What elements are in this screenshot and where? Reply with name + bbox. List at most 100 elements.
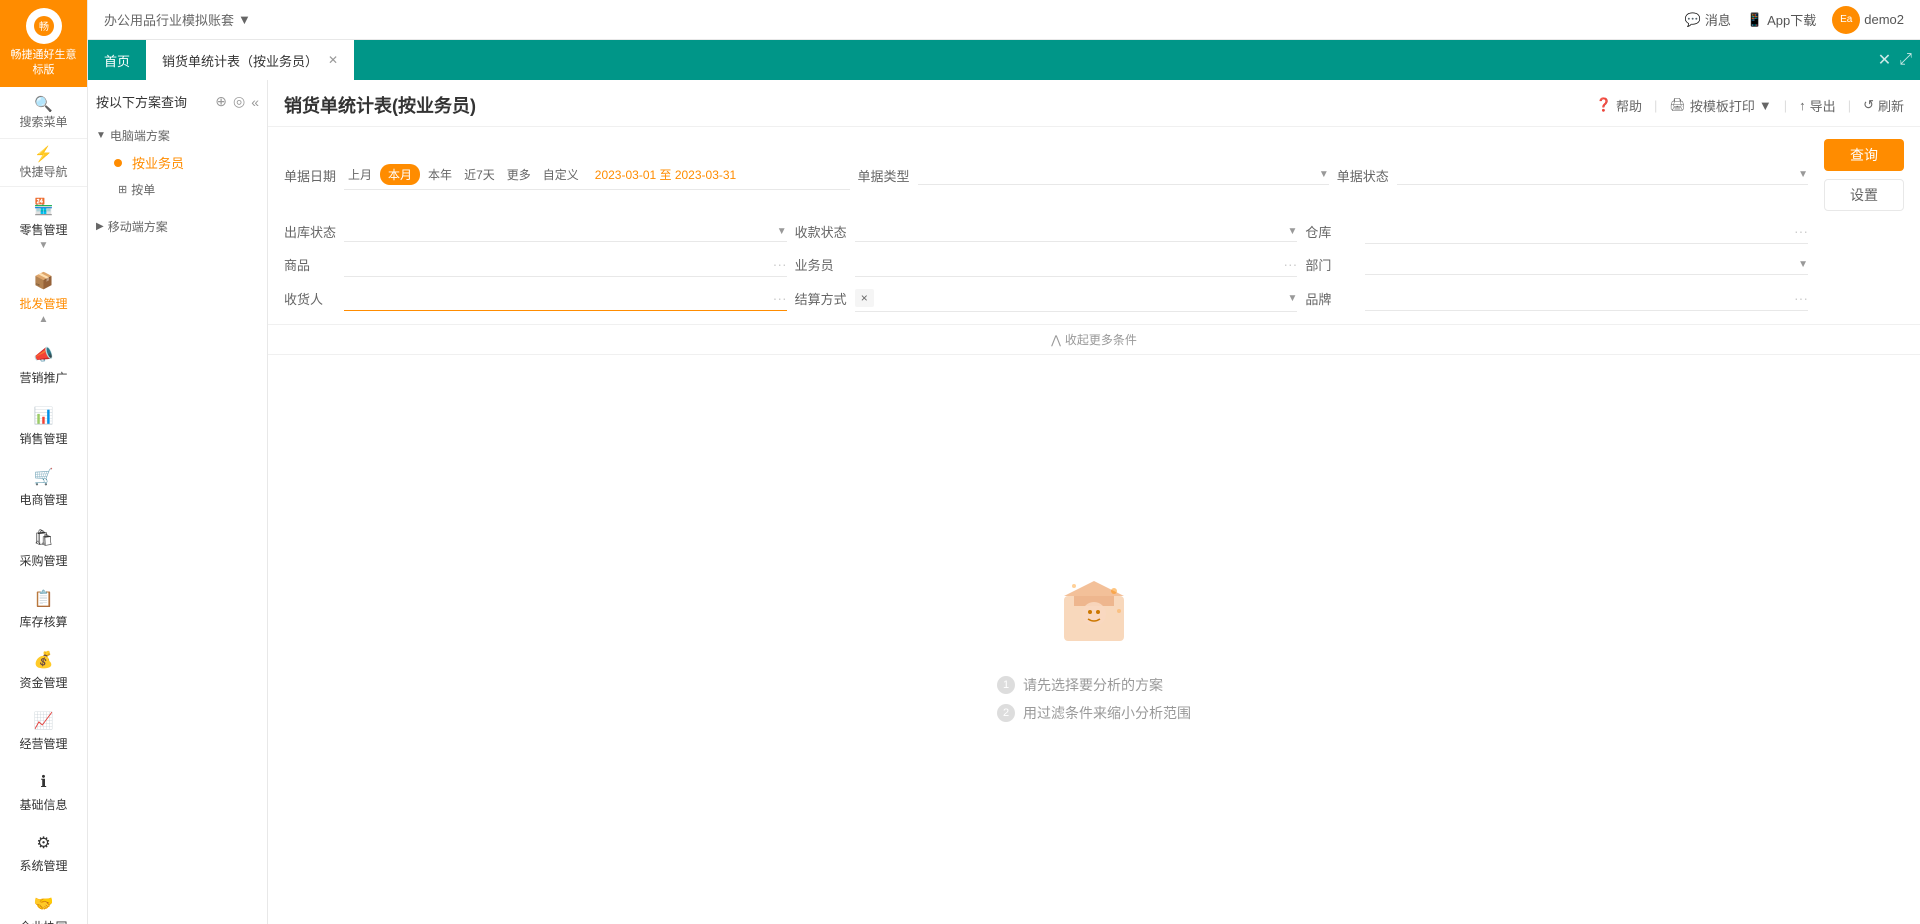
goods-dots-icon[interactable]: ··· [773,256,787,272]
pay-status-dropdown[interactable]: ▼ [855,222,1298,242]
filter-sidebar-actions: ⊕ ◎ « [215,93,259,110]
date-field: 单据日期 上月 本月 本年 近7天 更多 自定义 2023-03-01 至 20… [284,160,858,190]
edit-scheme-icon[interactable]: ◎ [233,93,245,110]
sidebar-item-operation[interactable]: 📈 经营管理 [0,701,87,762]
app-download-btn[interactable]: 📱 App下载 [1747,10,1816,29]
account-dropdown[interactable]: 办公用品行业模拟账套 ▼ [104,10,251,29]
mobile-scheme-title[interactable]: ▶ 移动端方案 [96,214,259,239]
collapse-bar[interactable]: ⋀ 收起更多条件 [268,325,1920,355]
export-btn[interactable]: ↑ 导出 [1799,96,1836,115]
inventory-label: 库存核算 [19,613,67,630]
warehouse-dots-icon[interactable]: ··· [1794,223,1808,239]
brand-dots-icon[interactable]: ··· [1794,290,1808,306]
warehouse-input[interactable] [1365,224,1790,239]
pc-scheme-label: 电脑端方案 [110,127,170,144]
operation-icon: 📈 [34,711,54,731]
collapse-label: 收起更多条件 [1065,331,1137,348]
dept-dropdown[interactable]: ▼ [1365,255,1808,275]
dropdown-arrow-icon: ▼ [238,12,251,27]
print-btn[interactable]: 🖨 按模板打印 ▼ [1669,96,1771,115]
empty-tip-1: 1 请先选择要分析的方案 [997,675,1191,695]
pay-status-field: 收款状态 ▼ [795,222,1306,242]
message-label: 消息 [1705,10,1731,29]
date-tab-this-month[interactable]: 本月 [380,164,420,185]
date-tab-last-month[interactable]: 上月 [344,164,376,185]
set-btn[interactable]: 设置 [1824,179,1904,211]
tab-home[interactable]: 首页 [88,40,146,80]
out-status-label: 出库状态 [284,222,336,241]
collapse-sidebar-icon[interactable]: « [251,94,259,110]
salesman-field: 业务员 ··· [795,252,1306,277]
tab-close-window-icon[interactable]: ✕ [1878,50,1891,70]
scheme-by-salesman[interactable]: 按业务员 [104,148,259,177]
dept-field: 部门 ▼ [1305,255,1816,275]
date-tab-more[interactable]: 更多 [503,164,535,185]
tab-maximize-icon[interactable]: ⤢ [1899,51,1912,69]
settle-dropdown[interactable]: × ▼ [855,285,1298,312]
salesman-input[interactable] [855,257,1280,272]
receiver-input[interactable] [344,291,769,306]
sidebar-item-sales[interactable]: 📊 销售管理 [0,396,87,457]
goods-input[interactable] [344,257,769,272]
refresh-btn[interactable]: ↺ 刷新 [1863,96,1904,115]
empty-state: 1 请先选择要分析的方案 2 用过滤条件来缩小分析范围 [268,355,1920,924]
wholesale-icon: 📦 [34,271,54,291]
salesman-dots-icon[interactable]: ··· [1283,256,1297,272]
tab-sales-report[interactable]: 销货单统计表（按业务员） ✕ [146,40,354,80]
settle-tag-close[interactable]: × [861,291,868,305]
salesman-wrap: ··· [855,252,1298,277]
brand-wrap: ··· [1365,286,1808,311]
help-btn[interactable]: ❓ 帮助 [1596,96,1642,115]
sidebar-item-ecommerce[interactable]: 🛒 电商管理 [0,457,87,518]
pay-status-arrow-icon: ▼ [1287,226,1297,237]
sidebar-item-system[interactable]: ⚙ 系统管理 [0,823,87,884]
finance-icon: 💰 [34,650,54,670]
sub-icon: ⊞ [118,183,127,196]
filter-area: 单据日期 上月 本月 本年 近7天 更多 自定义 2023-03-01 至 20… [268,127,1920,325]
add-scheme-icon[interactable]: ⊕ [215,93,227,110]
page-title: 销货单统计表(按业务员) [284,92,476,118]
date-tab-7days[interactable]: 近7天 [460,164,499,185]
pc-scheme-title[interactable]: ▼ 电脑端方案 [96,123,259,148]
brand-input[interactable] [1365,291,1790,306]
date-tab-custom[interactable]: 自定义 [539,164,583,185]
sidebar-item-retail[interactable]: 🏪 零售管理 ▼ [0,187,87,261]
user-btn[interactable]: Ea demo2 [1832,6,1904,34]
tab-sales-report-label: 销货单统计表（按业务员） [162,51,318,70]
logo[interactable]: 畅 畅捷通好生意标版 [0,0,87,87]
tab-close-icon[interactable]: ✕ [328,53,338,67]
sidebar-search[interactable]: 🔍 搜索菜单 [0,87,87,139]
sidebar-item-purchase[interactable]: 🛍 采购管理 [0,518,87,579]
filter-row-1: 单据日期 上月 本月 本年 近7天 更多 自定义 2023-03-01 至 20… [284,139,1904,211]
doc-status-field: 单据状态 ▼ [1337,165,1816,185]
page-area: 按以下方案查询 ⊕ ◎ « ▼ 电脑端方案 [88,80,1920,924]
message-btn[interactable]: 💬 消息 [1685,10,1731,29]
empty-tip-2-text: 用过滤条件来缩小分析范围 [1023,703,1191,723]
sidebar-item-basic[interactable]: ℹ 基础信息 [0,762,87,823]
doc-type-dropdown[interactable]: ▼ [918,165,1329,185]
enterprise-label: 企业协同 [19,918,67,924]
query-btn[interactable]: 查询 [1824,139,1904,171]
collapse-up-icon: ⋀ [1051,333,1061,347]
sidebar-item-finance[interactable]: 💰 资金管理 [0,640,87,701]
scheme-by-order[interactable]: ⊞ 按单 [104,177,259,202]
finance-label: 资金管理 [19,674,67,691]
warehouse-wrap: ··· [1365,219,1808,244]
mobile-scheme-section: ▶ 移动端方案 [96,214,259,239]
sidebar-item-enterprise[interactable]: 🤝 企业协同 [0,884,87,924]
tab-bar: 首页 销货单统计表（按业务员） ✕ ✕ ⤢ [88,40,1920,80]
date-tab-this-year[interactable]: 本年 [424,164,456,185]
sidebar-item-marketing[interactable]: 📣 营销推广 [0,335,87,396]
collapse-btn[interactable]: ⋀ 收起更多条件 [1051,331,1137,348]
out-status-dropdown[interactable]: ▼ [344,222,787,242]
system-icon: ⚙ [36,833,50,853]
doc-status-dropdown[interactable]: ▼ [1397,165,1808,185]
receiver-dots-icon[interactable]: ··· [773,290,787,306]
sidebar-item-wholesale[interactable]: 📦 批发管理 ▲ [0,261,87,335]
sidebar-item-inventory[interactable]: 📋 库存核算 [0,579,87,640]
filter-row-2: 出库状态 ▼ 收款状态 ▼ 仓库 [284,219,1904,244]
operation-label: 经营管理 [19,735,67,752]
sidebar-nav[interactable]: ⚡ 快捷导航 [0,139,87,187]
brand-field: 品牌 ··· [1305,286,1816,311]
ecommerce-label: 电商管理 [19,491,67,508]
